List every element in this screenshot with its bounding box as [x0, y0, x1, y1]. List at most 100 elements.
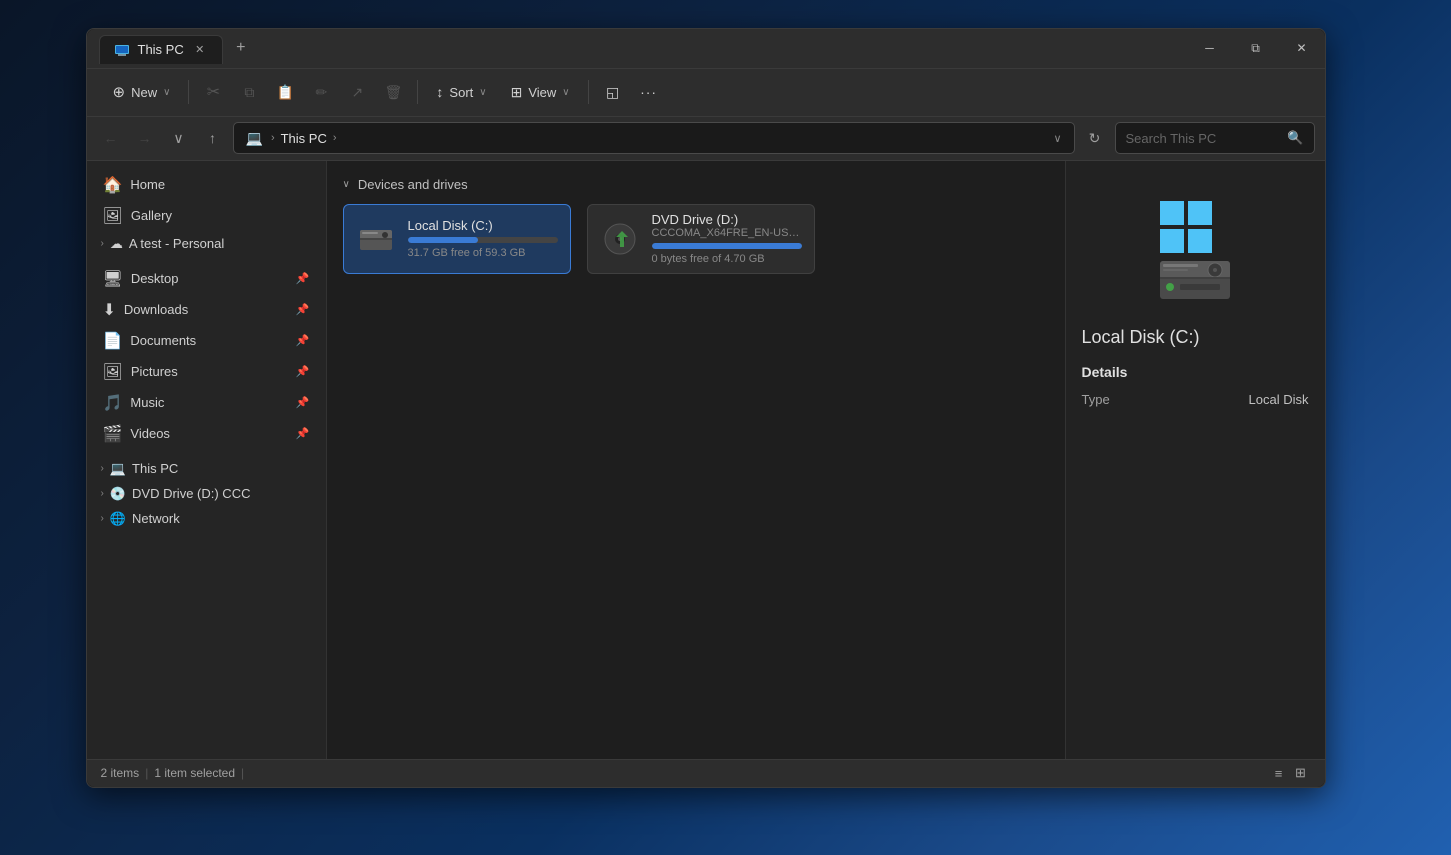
drive-c-bar — [408, 237, 479, 243]
more-icon: ··· — [640, 84, 657, 100]
details-type-row: Type Local Disk — [1082, 392, 1309, 407]
sort-button[interactable]: ↕ Sort ∨ — [426, 78, 496, 106]
sort-icon: ↕ — [436, 84, 443, 100]
sidebar-item-videos[interactable]: 🎬 Videos 📌 — [91, 419, 322, 449]
toolbar-separator-2 — [417, 80, 418, 104]
tab-close-button[interactable]: ✕ — [192, 42, 208, 58]
devices-section-header[interactable]: ∨ Devices and drives — [343, 177, 1049, 192]
music-icon: 🎵 — [103, 393, 123, 413]
sidebar-item-pictures[interactable]: 🖼 Pictures 📌 — [91, 357, 322, 387]
details-button[interactable]: ◱ — [597, 76, 629, 108]
address-input[interactable]: 💻 › This PC › ∨ — [233, 122, 1075, 154]
main-area: 🏠 Home 🖼 Gallery › ☁ A test - Personal 🖥… — [87, 161, 1325, 759]
drives-grid: Local Disk (C:) 31.7 GB free of 59.3 GB — [343, 204, 1049, 274]
sidebar: 🏠 Home 🖼 Gallery › ☁ A test - Personal 🖥… — [87, 161, 327, 759]
sidebar-item-documents[interactable]: 📄 Documents 📌 — [91, 326, 322, 356]
up-button[interactable]: ↑ — [199, 124, 227, 152]
drive-d-info: DVD Drive (D:) CCCOMA_X64FRE_EN-US_DV9 0… — [652, 212, 802, 265]
tile-view-button[interactable]: ⊞ — [1291, 763, 1311, 783]
window-controls: ─ ⧉ ✕ — [1187, 28, 1325, 68]
address-dropdown-icon[interactable]: ∨ — [1053, 132, 1061, 145]
cut-button[interactable]: ✂ — [197, 76, 229, 108]
this-pc-chevron-icon: › — [101, 463, 104, 474]
sidebar-item-this-pc[interactable]: › 💻 This PC — [91, 457, 322, 481]
share-button[interactable]: ↗ — [341, 76, 373, 108]
more-button[interactable]: ··· — [633, 76, 665, 108]
maximize-button[interactable]: ⧉ — [1233, 28, 1279, 68]
desktop-icon: 🖥 — [103, 269, 123, 289]
search-icon: 🔍 — [1287, 130, 1303, 146]
back-button[interactable]: ← — [97, 124, 125, 152]
view-icon: ⊞ — [511, 84, 523, 101]
list-view-button[interactable]: ≡ — [1269, 763, 1289, 783]
dvd-drive-sidebar-icon: 💿 — [110, 486, 126, 502]
breadcrumb-chevron-2: › — [333, 132, 337, 144]
new-tab-button[interactable]: + — [227, 34, 255, 62]
new-button[interactable]: ⊕ New ∨ — [103, 77, 181, 107]
search-box[interactable]: Search This PC 🔍 — [1115, 122, 1315, 154]
rename-button[interactable]: ✏ — [305, 76, 337, 108]
copy-icon: ⧉ — [244, 84, 254, 101]
drive-card-dvd-d[interactable]: DVD Drive (D:) CCCOMA_X64FRE_EN-US_DV9 0… — [587, 204, 815, 274]
status-sep-1: | — [145, 766, 148, 780]
share-icon: ↗ — [352, 84, 364, 101]
breadcrumb-chevron-1: › — [271, 132, 275, 144]
this-pc-tab-icon — [114, 42, 130, 58]
sidebar-item-gallery[interactable]: 🖼 Gallery — [91, 201, 322, 231]
a-test-icon: ☁ — [110, 236, 123, 252]
view-toggle: ≡ ⊞ — [1269, 763, 1311, 783]
search-placeholder: Search This PC — [1126, 131, 1217, 146]
sidebar-item-music[interactable]: 🎵 Music 📌 — [91, 388, 322, 418]
home-icon: 🏠 — [103, 175, 123, 195]
item-count: 2 items — [101, 766, 140, 780]
sidebar-item-home[interactable]: 🏠 Home — [91, 170, 322, 200]
minimize-button[interactable]: ─ — [1187, 28, 1233, 68]
hdd-illustration-icon — [1155, 246, 1235, 301]
title-bar: This PC ✕ + ─ ⧉ ✕ — [87, 29, 1325, 69]
sidebar-item-dvd-drive[interactable]: › 💿 DVD Drive (D:) CCC — [91, 482, 322, 506]
delete-button[interactable]: 🗑 — [377, 76, 409, 108]
expand-path-button[interactable]: ∨ — [165, 124, 193, 152]
details-icon: ◱ — [606, 84, 619, 101]
close-button[interactable]: ✕ — [1279, 28, 1325, 68]
drive-card-local-c[interactable]: Local Disk (C:) 31.7 GB free of 59.3 GB — [343, 204, 571, 274]
refresh-button[interactable]: ↻ — [1081, 124, 1109, 152]
drive-d-bar-container — [652, 243, 802, 249]
view-button[interactable]: ⊞ View ∨ — [501, 78, 580, 107]
new-icon: ⊕ — [113, 83, 126, 101]
this-pc-sidebar-icon: 💻 — [110, 461, 126, 477]
copy-button[interactable]: ⧉ — [233, 76, 265, 108]
drive-c-info: Local Disk (C:) 31.7 GB free of 59.3 GB — [408, 218, 558, 259]
content-area: ∨ Devices and drives — [327, 161, 1065, 759]
local-disk-icon — [356, 219, 396, 259]
new-chevron-icon: ∨ — [163, 87, 170, 98]
a-test-chevron-icon: › — [101, 238, 104, 249]
toolbar-separator-1 — [188, 80, 189, 104]
tab-label: This PC — [138, 42, 184, 57]
delete-icon: 🗑 — [385, 84, 403, 101]
selection-count: 1 item selected — [154, 766, 235, 780]
sidebar-item-desktop[interactable]: 🖥 Desktop 📌 — [91, 264, 322, 294]
paste-icon: 📋 — [277, 84, 294, 101]
sidebar-item-downloads[interactable]: ⬇ Downloads 📌 — [91, 295, 322, 325]
videos-pin-icon: 📌 — [296, 427, 310, 440]
sidebar-item-a-test[interactable]: › ☁ A test - Personal — [91, 232, 322, 256]
rename-icon: ✏ — [316, 84, 328, 101]
details-panel: Local Disk (C:) Details Type Local Disk — [1065, 161, 1325, 759]
documents-pin-icon: 📌 — [296, 334, 310, 347]
forward-button[interactable]: → — [131, 124, 159, 152]
breadcrumb-this-pc[interactable]: This PC — [281, 131, 327, 146]
paste-button[interactable]: 📋 — [269, 76, 301, 108]
music-pin-icon: 📌 — [296, 396, 310, 409]
drive-c-bar-container — [408, 237, 558, 243]
drive-d-bar — [652, 243, 802, 249]
view-chevron-icon: ∨ — [562, 87, 569, 98]
toolbar: ⊕ New ∨ ✂ ⧉ 📋 ✏ ↗ 🗑 ↕ Sort ∨ ⊞ — [87, 69, 1325, 117]
status-sep-2: | — [241, 766, 244, 780]
downloads-pin-icon: 📌 — [296, 303, 310, 316]
tab-this-pc[interactable]: This PC ✕ — [99, 35, 223, 64]
dvd-drive-chevron-icon: › — [101, 488, 104, 499]
toolbar-separator-3 — [588, 80, 589, 104]
videos-icon: 🎬 — [103, 424, 123, 444]
sidebar-item-network[interactable]: › 🌐 Network — [91, 507, 322, 531]
